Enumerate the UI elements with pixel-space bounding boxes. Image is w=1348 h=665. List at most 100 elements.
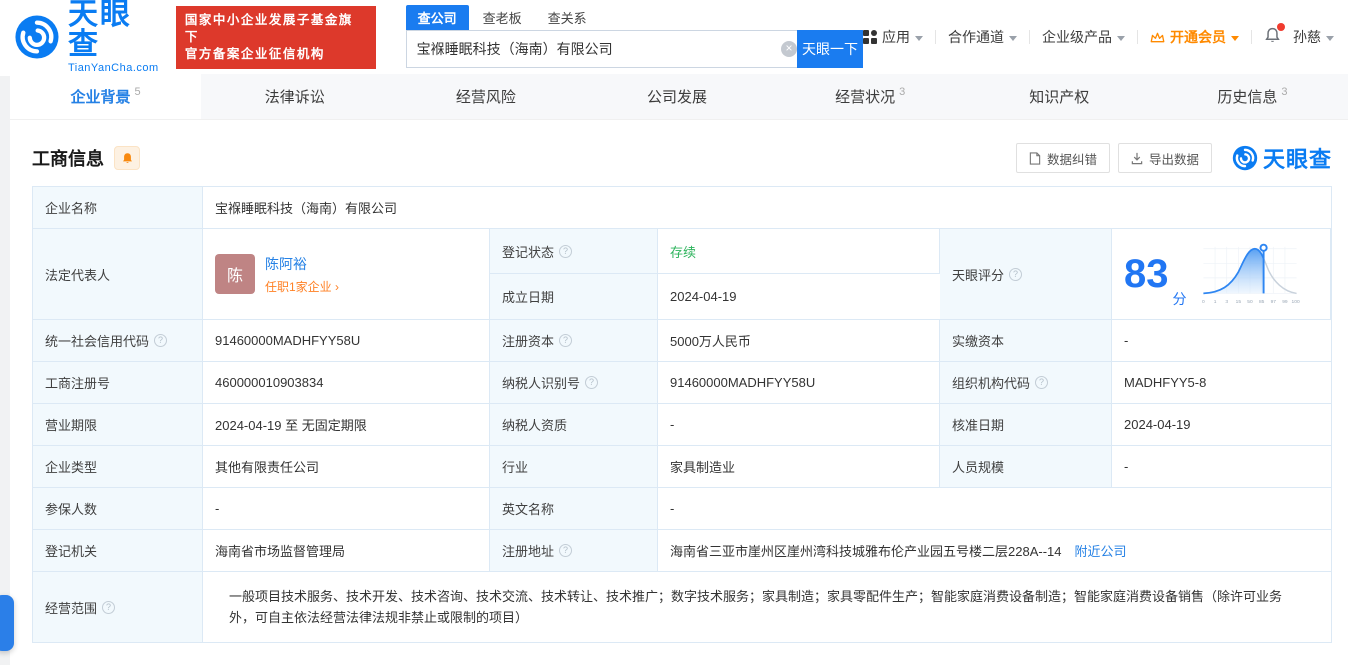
nav-cooperation[interactable]: 合作通道 (948, 27, 1017, 47)
bell-icon (122, 152, 132, 163)
export-data-button[interactable]: 导出数据 (1117, 143, 1212, 173)
apps-grid-icon (863, 30, 877, 44)
svg-text:100: 100 (1291, 299, 1299, 305)
nav-apps-label: 应用 (882, 29, 910, 45)
field-label-legal-rep: 法定代表人 (33, 229, 203, 319)
nav-cooperation-label: 合作通道 (948, 29, 1004, 45)
field-value-reg-number: 460000010903834 (203, 362, 490, 403)
divider (935, 30, 936, 44)
tab-intellectual-property[interactable]: 知识产权 (966, 74, 1157, 119)
tab-history-info[interactable]: 历史信息 3 (1157, 74, 1348, 119)
tianyancha-logo[interactable]: 天眼查 TianYanCha.com (14, 0, 164, 74)
gov-certification-badge: 国家中小企业发展子基金旗下 官方备案企业征信机构 (175, 5, 376, 69)
field-value-est-date: 2024-04-19 (658, 274, 940, 319)
search-tab-company[interactable]: 查公司 (405, 5, 469, 30)
crown-icon (1150, 32, 1165, 42)
monitor-bell-button[interactable] (114, 146, 140, 170)
help-icon[interactable]: ? (559, 244, 573, 258)
field-label-company-name: 企业名称 (33, 187, 203, 228)
field-value-staff-size: - (1112, 446, 1331, 487)
nav-vip-label: 开通会员 (1170, 29, 1226, 45)
field-label-score: 天眼评分 ? (940, 229, 1112, 319)
search-button[interactable]: 天眼一下 (797, 30, 863, 68)
tab-company-development[interactable]: 公司发展 (583, 74, 774, 119)
svg-text:1: 1 (1213, 299, 1216, 305)
company-section-tabs: 企业背景 5 法律诉讼 经营风险 公司发展 经营状况 3 知识产权 历史信息 3 (10, 74, 1348, 120)
field-value-org-code: MADHFYY5-8 (1112, 362, 1331, 403)
legal-rep-avatar[interactable]: 陈 (215, 254, 255, 294)
top-nav: 应用 合作通道 企业级产品 开通会员 孙慈 (863, 23, 1334, 47)
score-unit: 分 (1172, 291, 1187, 307)
field-label-reg-capital: 注册资本 ? (490, 320, 658, 361)
field-value-reg-status: 存续 (658, 229, 940, 274)
tab-company-background[interactable]: 企业背景 5 (10, 74, 202, 119)
help-icon[interactable]: ? (154, 334, 168, 347)
username: 孙慈 (1293, 29, 1321, 45)
business-info-table: 企业名称 宝褓睡眠科技（海南）有限公司 法定代表人 陈 陈阿裕 任职1家企业 ›… (32, 186, 1332, 643)
field-value-term: 2024-04-19 至 无固定期限 (203, 404, 490, 445)
field-label-authority: 登记机关 (33, 530, 203, 571)
logo-swirl-icon (1232, 145, 1258, 171)
help-icon[interactable]: ? (585, 376, 599, 389)
field-value-taxpayer-quality: - (658, 404, 940, 445)
nearby-companies-link[interactable]: 附近公司 (1074, 541, 1126, 560)
tab-legal-litigation[interactable]: 法律诉讼 (201, 74, 392, 119)
floating-widget[interactable] (0, 595, 14, 651)
field-value-scope: 一般项目技术服务、技术开发、技术咨询、技术交流、技术转让、技术推广；数字技术服务… (203, 572, 1331, 642)
data-correction-button[interactable]: 数据纠错 (1015, 143, 1110, 173)
score-distribution-chart: 0 1 3 15 50 85 97 99 100 (1202, 243, 1299, 305)
nav-apps[interactable]: 应用 (863, 27, 923, 47)
chevron-down-icon (1117, 35, 1125, 41)
field-value-address: 海南省三亚市崖州区崖州湾科技城雅布伦产业园五号楼二层228A--14 附近公司 (658, 530, 1331, 571)
notification-dot (1277, 23, 1285, 31)
svg-text:85: 85 (1258, 299, 1264, 305)
clear-search-icon[interactable]: × (781, 41, 797, 57)
field-label-org-code: 组织机构代码 ? (940, 362, 1112, 403)
top-header: 天眼查 TianYanCha.com 国家中小企业发展子基金旗下 官方备案企业征… (0, 0, 1348, 74)
field-label-est-date: 成立日期 (490, 274, 658, 319)
nav-user[interactable]: 孙慈 (1293, 27, 1334, 47)
field-value-authority: 海南省市场监督管理局 (203, 530, 490, 571)
tab-operation-status[interactable]: 经营状况 3 (775, 74, 966, 119)
legal-rep-companies-link[interactable]: 任职1家企业 › (265, 278, 339, 295)
field-label-industry: 行业 (490, 446, 658, 487)
document-icon (1029, 151, 1041, 165)
notifications-bell[interactable] (1264, 23, 1285, 47)
field-value-taxpayer-id: 91460000MADHFYY58U (658, 362, 940, 403)
field-value-paid-capital: - (1112, 320, 1331, 361)
field-value-company-name: 宝褓睡眠科技（海南）有限公司 (203, 187, 1331, 228)
search-tab-boss[interactable]: 查老板 (471, 5, 534, 30)
field-value-insured: - (203, 488, 490, 529)
field-label-scope: 经营范围 ? (33, 572, 203, 642)
svg-text:15: 15 (1235, 299, 1241, 305)
help-icon[interactable]: ? (1009, 267, 1023, 281)
help-icon[interactable]: ? (1035, 376, 1049, 389)
legal-rep-name-link[interactable]: 陈阿裕 (265, 254, 339, 274)
svg-text:99: 99 (1282, 299, 1288, 305)
svg-text:0: 0 (1202, 299, 1205, 305)
nav-enterprise-products[interactable]: 企业级产品 (1042, 27, 1125, 47)
field-label-taxpayer-quality: 纳税人资质 (490, 404, 658, 445)
section-title: 工商信息 (32, 149, 104, 169)
chevron-down-icon (1326, 35, 1334, 41)
field-value-industry: 家具制造业 (658, 446, 940, 487)
watermark-logo: 天眼查 (1232, 142, 1332, 174)
tab-operation-risk[interactable]: 经营风险 (392, 74, 583, 119)
help-icon[interactable]: ? (102, 600, 116, 614)
score-value: 83 (1124, 252, 1169, 296)
search-input[interactable] (405, 30, 807, 68)
download-icon (1131, 152, 1143, 164)
search-tabs: 查公司 查老板 查关系 (405, 5, 863, 30)
help-icon[interactable]: ? (559, 544, 573, 557)
help-icon[interactable]: ? (559, 334, 573, 347)
chevron-down-icon (915, 35, 923, 41)
field-value-credit-code: 91460000MADHFYY58U (203, 320, 490, 361)
field-value-english-name: - (658, 488, 1331, 529)
logo-title: 天眼查 (67, 0, 132, 61)
search-tab-relation[interactable]: 查关系 (536, 5, 599, 30)
nav-vip[interactable]: 开通会员 (1150, 27, 1239, 47)
svg-text:3: 3 (1225, 299, 1228, 305)
field-value-approval-date: 2024-04-19 (1112, 404, 1331, 445)
logo-swirl-icon (15, 15, 59, 59)
field-label-reg-status: 登记状态 ? (490, 229, 658, 274)
